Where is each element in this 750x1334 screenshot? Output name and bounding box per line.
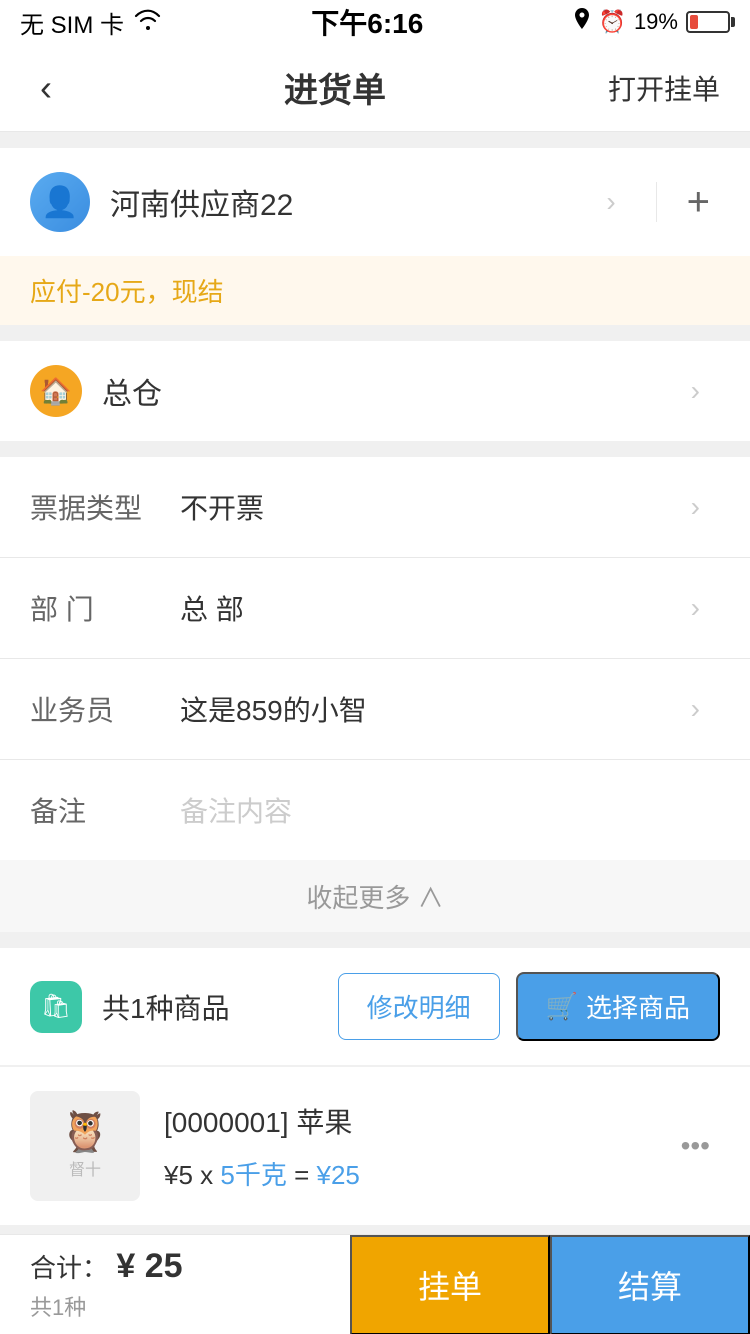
status-time: 下午6:16 (311, 2, 423, 42)
supplier-name: 河南供应商22 (110, 180, 606, 224)
product-name: [0000001] 苹果 (164, 1101, 671, 1141)
product-more-button[interactable]: ••• (671, 1120, 720, 1172)
avatar: 👤 (30, 172, 90, 232)
carrier-label: 无 SIM 卡 (20, 5, 124, 40)
page-title: 进货单 (284, 63, 386, 112)
alarm-icon: ⏰ (599, 9, 626, 35)
notice-text: 应付-20元，现结 (30, 277, 224, 307)
status-left: 无 SIM 卡 (20, 5, 162, 40)
warehouse-section: 🏠 总仓 › (0, 341, 750, 441)
invoice-type-row[interactable]: 票据类型 不开票 › (0, 457, 750, 557)
shopping-bag-icon: 🛍 (41, 992, 71, 1021)
product-info: [0000001] 苹果 ¥5 x 5千克 = ¥25 (164, 1101, 671, 1192)
product-item: 🦉 督十 [0000001] 苹果 ¥5 x 5千克 = ¥25 ••• (0, 1067, 750, 1225)
supplier-divider (656, 182, 657, 222)
hang-button[interactable]: 挂单 (350, 1235, 550, 1334)
collapse-label: 收起更多 ∧ (306, 878, 443, 915)
salesperson-value: 这是859的小智 (150, 689, 691, 729)
product-count-label: 共1种商品 (102, 987, 338, 1027)
form-section: 票据类型 不开票 › 部 门 总 部 › 业务员 这是859的小智 › 备注 备… (0, 457, 750, 860)
warehouse-icon: 🏠 (30, 365, 82, 417)
edit-detail-button[interactable]: 修改明细 (338, 973, 500, 1040)
sep-3 (0, 441, 750, 457)
invoice-type-chevron-icon: › (691, 491, 700, 523)
salesperson-label: 业务员 (30, 689, 150, 729)
total-label: 合计： (30, 1253, 108, 1283)
nav-bar: ‹ 进货单 打开挂单 (0, 44, 750, 132)
product-thumbnail: 🦉 督十 (30, 1091, 140, 1201)
total-value: ¥ 25 (116, 1247, 182, 1285)
add-button[interactable]: + (677, 180, 720, 225)
remark-label: 备注 (30, 790, 150, 830)
warehouse-name: 总仓 (102, 369, 691, 413)
warehouse-chevron-icon: › (691, 375, 700, 407)
salesperson-chevron-icon: › (691, 693, 700, 725)
product-count-icon: 🛍 (30, 981, 82, 1033)
supplier-section: 👤 河南供应商22 › + 应付-20元，现结 (0, 148, 750, 325)
back-button[interactable]: ‹ (30, 57, 62, 119)
bottom-bar: 合计： ¥ 25 共1种 挂单 结算 (0, 1234, 750, 1334)
department-chevron-icon: › (691, 592, 700, 624)
sep-2 (0, 325, 750, 341)
sep-1 (0, 132, 750, 148)
location-icon (573, 8, 591, 36)
invoice-type-label: 票据类型 (30, 487, 150, 527)
sep-4 (0, 932, 750, 948)
chevron-right-icon: › (606, 186, 615, 218)
total-section: 合计： ¥ 25 共1种 (0, 1247, 350, 1322)
salesperson-row[interactable]: 业务员 这是859的小智 › (0, 659, 750, 759)
remark-placeholder[interactable]: 备注内容 (150, 790, 720, 830)
department-label: 部 门 (30, 588, 150, 628)
supplier-row[interactable]: 👤 河南供应商22 › + (0, 148, 750, 256)
battery-icon (686, 11, 730, 33)
checkout-button[interactable]: 结算 (550, 1235, 750, 1334)
department-value: 总 部 (150, 588, 691, 628)
wifi-icon (134, 8, 162, 37)
department-row[interactable]: 部 门 总 部 › (0, 558, 750, 658)
total-amount: 合计： ¥ 25 (30, 1247, 320, 1286)
product-price: ¥5 x 5千克 = ¥25 (164, 1155, 671, 1192)
open-hang-button[interactable]: 打开挂单 (608, 68, 720, 108)
select-product-button[interactable]: 🛒 选择商品 (516, 972, 720, 1041)
status-bar: 无 SIM 卡 下午6:16 ⏰ 19% (0, 0, 750, 44)
remark-row[interactable]: 备注 备注内容 (0, 760, 750, 860)
product-header: 🛍 共1种商品 修改明细 🛒 选择商品 (0, 948, 750, 1065)
home-icon: 🏠 (40, 376, 72, 407)
owl-icon: 🦉 (60, 1112, 110, 1152)
cart-icon: 🛒 (546, 991, 578, 1022)
avatar-icon: 👤 (41, 185, 78, 220)
notice-bar: 应付-20元，现结 (0, 256, 750, 325)
total-count: 共1种 (30, 1290, 320, 1322)
collapse-row[interactable]: 收起更多 ∧ (0, 860, 750, 932)
battery-label: 19% (634, 9, 678, 35)
warehouse-row[interactable]: 🏠 总仓 › (0, 341, 750, 441)
invoice-type-value: 不开票 (150, 487, 691, 527)
status-right: ⏰ 19% (573, 8, 730, 36)
owl-label: 督十 (69, 1156, 101, 1180)
